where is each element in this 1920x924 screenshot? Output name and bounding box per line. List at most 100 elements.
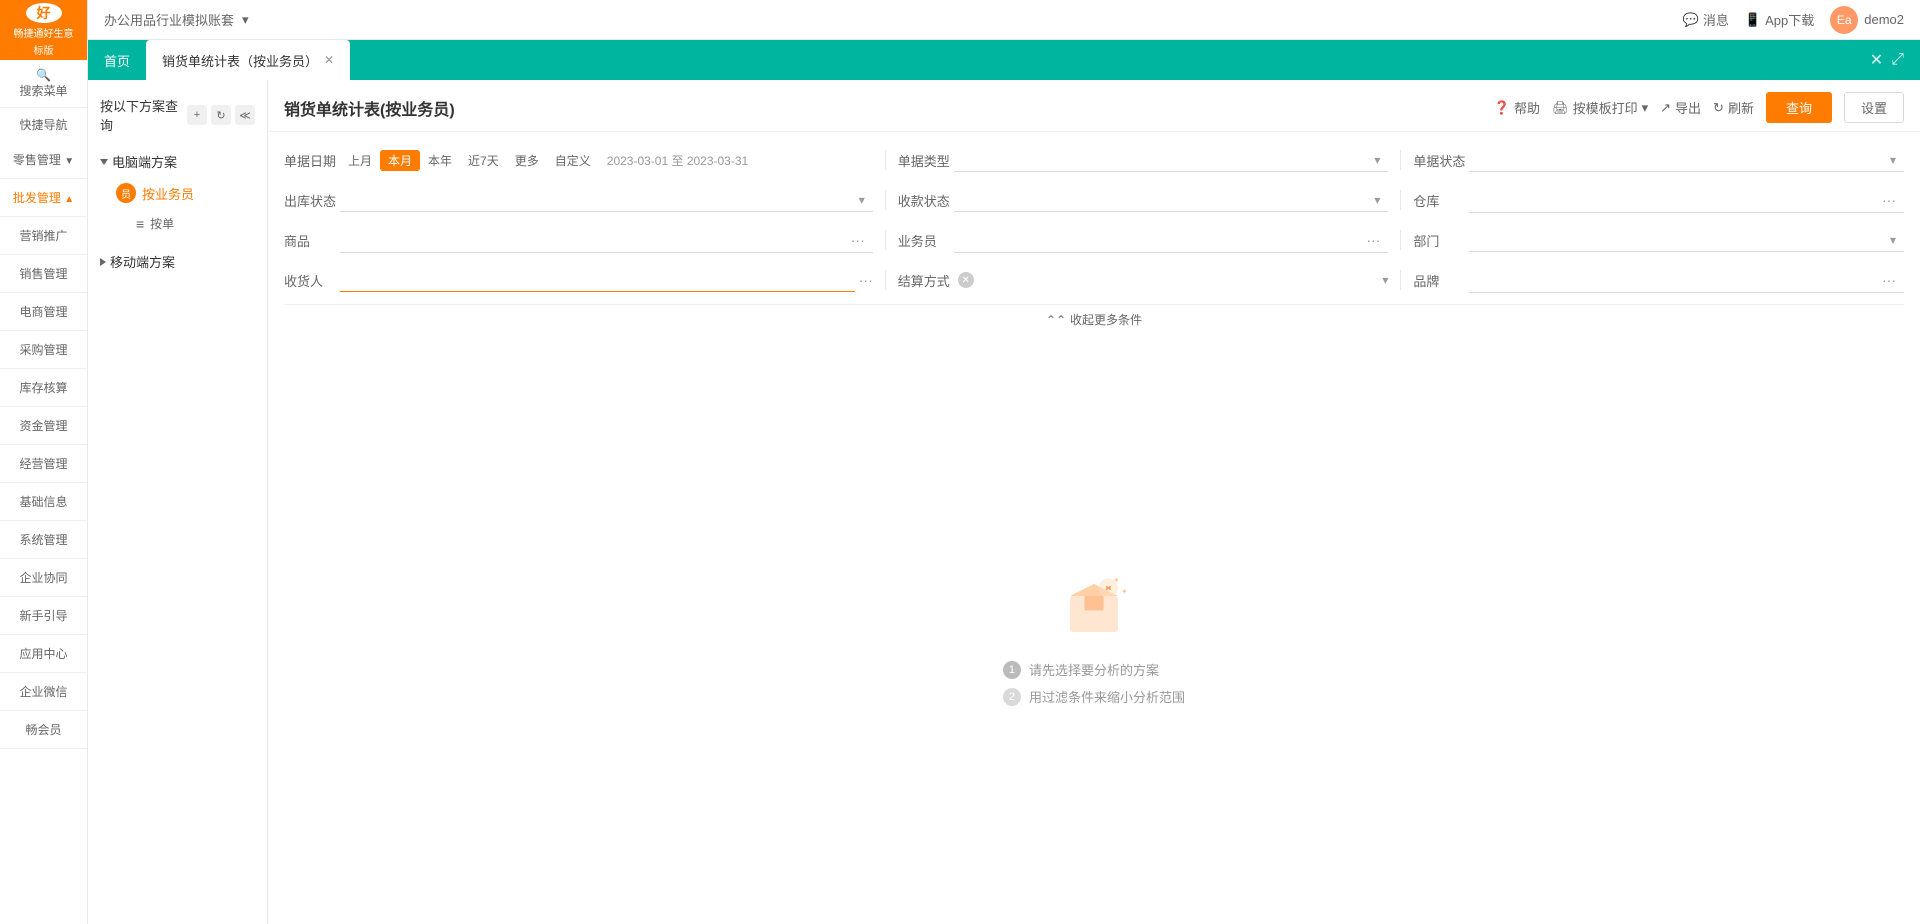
sidebar-item-marketing[interactable]: 营销推广 (0, 217, 87, 255)
sidebar-item-wholesale[interactable]: 批发管理 ▲ (0, 179, 87, 217)
filter-doc-type-label: 单据类型 (898, 151, 954, 170)
empty-tip-2: 2 用过滤条件来缩小分析范围 (1003, 687, 1185, 706)
message-button[interactable]: 💬 消息 (1683, 10, 1729, 29)
export-icon: ↗ (1660, 100, 1671, 116)
settlement-clear-icon[interactable]: ✕ (958, 272, 974, 288)
left-panel-header: 按以下方案查询 + ↻ ≪ (88, 88, 267, 142)
filter-department-field: 部门 ▾ (1413, 224, 1904, 256)
filter-product-select[interactable]: ··· (340, 228, 873, 253)
filter-payment-field: 收款状态 ▾ (898, 184, 1389, 216)
help-button[interactable]: ❓ 帮助 (1494, 98, 1540, 117)
filter-warehouse-label: 仓库 (1413, 191, 1469, 210)
sidebar-item-finance[interactable]: 资金管理 (0, 407, 87, 445)
date-btn-this-month[interactable]: 本月 (380, 150, 420, 171)
empty-state-illustration (1054, 564, 1134, 644)
tip-num-1: 1 (1003, 661, 1021, 679)
tree-item-icon-order: ≡ (136, 216, 144, 232)
filter-brand-select[interactable]: ··· (1469, 268, 1904, 293)
sidebar-item-sales[interactable]: 销售管理 (0, 255, 87, 293)
tab-sales-report[interactable]: 销货单统计表（按业务员） ✕ (146, 40, 350, 80)
filter-salesperson-select[interactable]: ··· (954, 228, 1389, 253)
tree-parent-mobile[interactable]: 移动端方案 (88, 246, 267, 277)
header-right: 💬 消息 📱 App下载 Ea demo2 (1683, 6, 1904, 34)
collapse-filters-button[interactable]: ⌃⌃ 收起更多条件 (284, 304, 1904, 334)
page-title: 销货单统计表(按业务员) (284, 96, 455, 120)
tab-close-all-icon[interactable]: ✕ (1870, 50, 1883, 70)
quick-nav-label: 快捷导航 (0, 116, 87, 133)
tab-bar: 首页 销货单统计表（按业务员） ✕ ✕ ⤢ (88, 40, 1920, 80)
help-label: 帮助 (1514, 98, 1540, 117)
add-scheme-button[interactable]: + (187, 105, 207, 125)
help-icon: ❓ (1494, 100, 1510, 116)
sidebar-item-ecommerce[interactable]: 电商管理 (0, 293, 87, 331)
export-button[interactable]: ↗ 导出 (1660, 98, 1701, 117)
date-btn-last-7[interactable]: 近7天 (460, 150, 507, 171)
product-dots-icon[interactable]: ··· (851, 232, 865, 248)
sidebar-quick-nav[interactable]: 快捷导航 (0, 108, 87, 141)
sidebar-item-apps[interactable]: 应用中心 (0, 635, 87, 673)
left-panel-title: 按以下方案查询 (100, 96, 187, 134)
divider-6 (1400, 230, 1401, 250)
filter-doc-status-select[interactable]: ▾ (1469, 149, 1904, 172)
consignee-input[interactable] (340, 268, 855, 292)
tree-item-by-sales[interactable]: 员 按业务员 (88, 177, 267, 209)
sidebar-item-label-finance: 资金管理 (19, 419, 67, 433)
filter-outbound-select[interactable]: ▾ (340, 189, 873, 212)
filter-payment-select[interactable]: ▾ (954, 189, 1389, 212)
query-button[interactable]: 查询 (1766, 92, 1832, 123)
sidebar-item-enterprise[interactable]: 企业协同 (0, 559, 87, 597)
search-icon: 🔍 (0, 68, 87, 82)
tree-expand-icon-mobile (100, 258, 106, 266)
sidebar-item-basic[interactable]: 基础信息 (0, 483, 87, 521)
tab-close-icon[interactable]: ✕ (324, 53, 334, 67)
header-breadcrumb: 办公用品行业模拟账套 ▾ (104, 10, 249, 29)
sidebar-item-system[interactable]: 系统管理 (0, 521, 87, 559)
sidebar-item-purchase[interactable]: 采购管理 (0, 331, 87, 369)
tree-section-mobile: 移动端方案 (88, 242, 267, 281)
tab-expand-icon[interactable]: ⤢ (1891, 51, 1904, 69)
sidebar-item-inventory[interactable]: 库存核算 (0, 369, 87, 407)
user-menu[interactable]: Ea demo2 (1830, 6, 1904, 34)
sidebar-item-wechat[interactable]: 企业微信 (0, 673, 87, 711)
date-btn-custom[interactable]: 自定义 (547, 150, 599, 171)
sidebar-item-operations[interactable]: 经营管理 (0, 445, 87, 483)
warehouse-dots-icon[interactable]: ··· (1882, 192, 1896, 208)
sidebar-item-label-ecommerce: 电商管理 (19, 305, 67, 319)
tree-parent-label-pc: 电脑端方案 (112, 152, 177, 171)
sidebar-search[interactable]: 🔍 搜索菜单 (0, 60, 87, 108)
date-btn-this-year[interactable]: 本年 (420, 150, 460, 171)
template-print-button[interactable]: 🖨 按模板打印 ▾ (1552, 98, 1648, 117)
sidebar-item-label-enterprise: 企业协同 (19, 571, 67, 585)
settings-button[interactable]: 设置 (1844, 92, 1904, 123)
filter-consignee-field: 收货人 ··· (284, 264, 873, 296)
sidebar-item-retail[interactable]: 零售管理 ▼ (0, 141, 87, 179)
date-btn-more[interactable]: 更多 (507, 150, 547, 171)
sidebar-item-newbie[interactable]: 新手引导 (0, 597, 87, 635)
filter-doc-type-select[interactable]: ▾ (954, 149, 1389, 172)
tree-section-pc: 电脑端方案 员 按业务员 ≡ 按单 (88, 142, 267, 242)
tab-home[interactable]: 首页 (88, 40, 146, 80)
department-chevron-icon: ▾ (1890, 233, 1896, 247)
filter-warehouse-select[interactable]: ··· (1469, 188, 1904, 213)
filter-consignee-label: 收货人 (284, 271, 340, 290)
app-download-icon: 📱 (1745, 12, 1761, 28)
refresh-button[interactable]: ↻ 刷新 (1713, 98, 1754, 117)
sidebar-item-member[interactable]: 畅会员 (0, 711, 87, 749)
collapse-panel-button[interactable]: ≪ (235, 105, 255, 125)
app-download-button[interactable]: 📱 App下载 (1745, 10, 1814, 29)
tree-parent-pc[interactable]: 电脑端方案 (88, 146, 267, 177)
filter-date-label: 单据日期 (284, 151, 340, 170)
consignee-dots-icon[interactable]: ··· (859, 272, 873, 288)
tree-item-by-order[interactable]: ≡ 按单 (88, 209, 267, 238)
tree-expand-icon-pc (100, 159, 108, 165)
doc-status-chevron-icon: ▾ (1890, 153, 1896, 167)
sidebar-item-label-purchase: 采购管理 (19, 343, 67, 357)
refresh-icon: ↻ (1713, 100, 1724, 116)
date-btn-last-month[interactable]: 上月 (340, 150, 380, 171)
filter-department-select[interactable]: ▾ (1469, 229, 1904, 252)
brand-dots-icon[interactable]: ··· (1882, 272, 1896, 288)
refresh-scheme-button[interactable]: ↻ (211, 105, 231, 125)
doc-type-chevron-icon: ▾ (1374, 153, 1380, 167)
salesperson-dots-icon[interactable]: ··· (1366, 232, 1380, 248)
sidebar-item-label-operations: 经营管理 (19, 457, 67, 471)
